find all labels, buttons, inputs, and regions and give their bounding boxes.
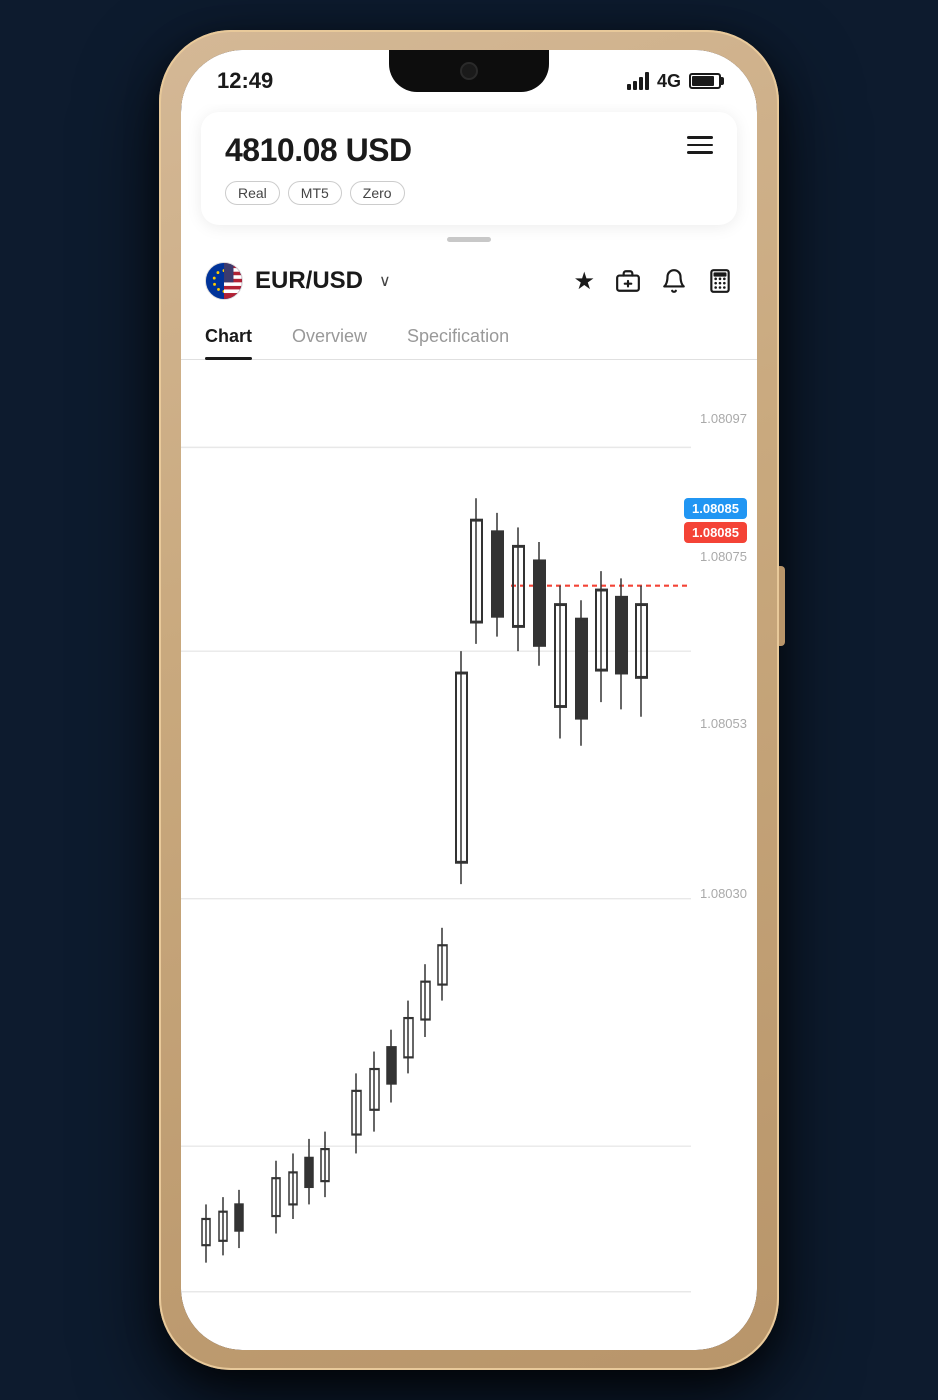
menu-line-2 xyxy=(687,144,713,147)
tab-chart[interactable]: Chart xyxy=(205,314,252,359)
signal-bars xyxy=(627,72,649,90)
phone-screen: 12:49 4G 4810.08 USD xyxy=(181,50,757,1350)
tag-zero[interactable]: Zero xyxy=(350,181,405,205)
calculator-icon[interactable] xyxy=(707,268,733,294)
tabs: Chart Overview Specification xyxy=(181,314,757,360)
account-balance: 4810.08 USD xyxy=(225,132,412,169)
status-right: 4G xyxy=(627,71,721,92)
drag-handle xyxy=(447,237,491,242)
camera xyxy=(460,62,478,80)
chart-svg xyxy=(181,360,757,1350)
phone-inner: 12:49 4G 4810.08 USD xyxy=(181,50,757,1350)
signal-bar-3 xyxy=(639,77,643,90)
currency-flag xyxy=(205,262,243,300)
menu-line-1 xyxy=(687,136,713,139)
instrument-left[interactable]: EUR/USD ∨ xyxy=(205,262,391,300)
signal-bar-4 xyxy=(645,72,649,90)
signal-bar-2 xyxy=(633,81,637,90)
price-label-top: 1.08097 xyxy=(700,410,747,428)
account-card: 4810.08 USD Real MT5 Zero xyxy=(201,112,737,225)
status-time: 12:49 xyxy=(217,68,273,94)
tab-overview[interactable]: Overview xyxy=(292,314,367,359)
signal-bar-1 xyxy=(627,84,631,90)
portfolio-icon[interactable] xyxy=(615,268,641,294)
phone-frame: 12:49 4G 4810.08 USD xyxy=(159,30,779,1370)
tag-real[interactable]: Real xyxy=(225,181,280,205)
bid-price-badge: 1.08085 xyxy=(684,498,747,519)
ask-price-badge: 1.08085 xyxy=(684,522,747,543)
account-left: 4810.08 USD Real MT5 Zero xyxy=(225,132,412,205)
instrument-actions: ★ xyxy=(573,267,733,296)
favorite-icon[interactable]: ★ xyxy=(573,267,595,296)
price-label-3: 1.08053 xyxy=(700,715,747,733)
account-tags: Real MT5 Zero xyxy=(225,181,412,205)
price-label-bottom: 1.08030 xyxy=(700,885,747,903)
instrument-header: EUR/USD ∨ ★ xyxy=(181,252,757,314)
price-label-2: 1.08075 xyxy=(700,548,747,566)
menu-button[interactable] xyxy=(687,132,713,154)
instrument-name: EUR/USD xyxy=(255,267,363,295)
tab-specification[interactable]: Specification xyxy=(407,314,509,359)
side-button xyxy=(779,566,785,646)
tag-mt5[interactable]: MT5 xyxy=(288,181,342,205)
chevron-down-icon: ∨ xyxy=(379,271,391,291)
chart-area[interactable]: 1.08097 1.08075 1.08053 1.08030 1.08085 … xyxy=(181,360,757,1350)
notch xyxy=(389,50,549,92)
battery-icon xyxy=(689,73,721,89)
menu-line-3 xyxy=(687,151,713,154)
battery-fill xyxy=(692,76,714,86)
alert-icon[interactable] xyxy=(661,268,687,294)
network-label: 4G xyxy=(657,71,681,92)
